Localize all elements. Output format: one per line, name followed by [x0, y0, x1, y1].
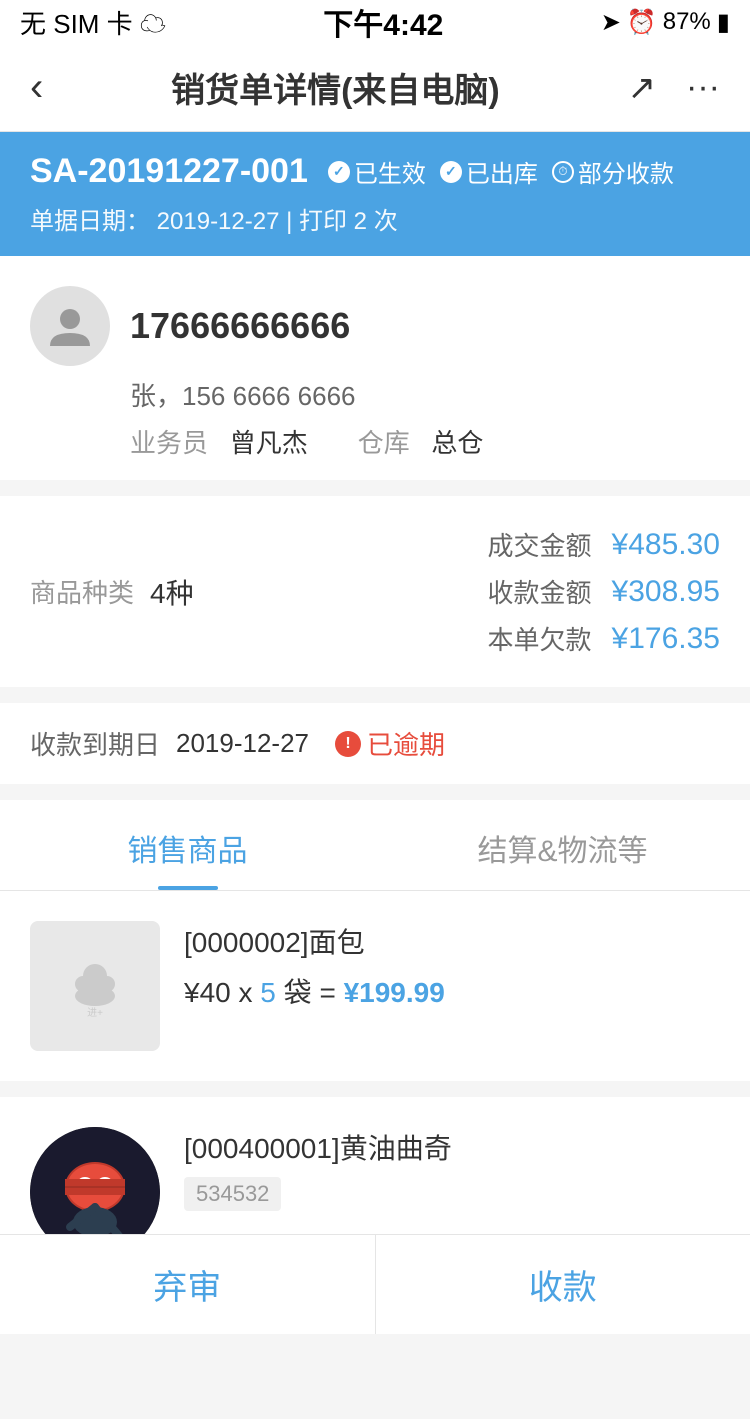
debt-label: 本单欠款 [488, 620, 592, 657]
product-name-1: [0000002]面包 [184, 921, 720, 961]
summary-section: 商品种类 4种 成交金额 ¥485.30 收款金额 ¥308.95 本单欠款 ¥… [0, 496, 750, 687]
overdue-text: 已逾期 [367, 725, 445, 762]
product-name-2: [000400001]黄油曲奇 [184, 1127, 720, 1167]
location-icon: ➤ [601, 8, 621, 37]
due-label: 收款到期日 [30, 725, 160, 762]
warehouse-label: 仓库 [358, 428, 410, 458]
type-count: 4种 [150, 572, 194, 612]
salesman-label: 业务员 [130, 428, 208, 458]
badge-shipped: ✓ 已出库 [440, 154, 538, 189]
customer-name: 张，156 6666 6666 [130, 376, 720, 413]
bottom-bar: 弃审 收款 [0, 1234, 750, 1334]
tabs-section: 销售商品 结算&物流等 [0, 800, 750, 891]
tab-settlement[interactable]: 结算&物流等 [375, 800, 750, 890]
order-header: SA-20191227-001 ✓ 已生效 ✓ 已出库 ⏱ 部分收款 单据日期：… [0, 132, 750, 256]
product-image-1: 进+ [30, 921, 160, 1051]
product-sku-2: 534532 [184, 1177, 281, 1211]
deal-amount: ¥485.30 [612, 528, 720, 562]
product-price-1: ¥40 x 5 袋 = ¥199.99 [184, 971, 720, 1011]
avatar [30, 286, 110, 366]
product-qty-1: 5 [260, 977, 276, 1008]
cancel-button[interactable]: 弃审 [0, 1235, 376, 1334]
overdue-badge: ! 已逾期 [335, 725, 445, 762]
product-info-1: [0000002]面包 ¥40 x 5 袋 = ¥199.99 [184, 921, 720, 1011]
tab-sales-products[interactable]: 销售商品 [0, 800, 375, 890]
customer-id: 17666666666 [130, 305, 350, 347]
order-date: 单据日期： 2019-12-27 | 打印 2 次 [30, 201, 720, 236]
received-amount: ¥308.95 [612, 575, 720, 609]
sim-label: 无 SIM 卡 ☁ [20, 4, 166, 41]
badge-effective: ✓ 已生效 [328, 154, 426, 189]
due-section: 收款到期日 2019-12-27 ! 已逾期 [0, 703, 750, 784]
order-number: SA-20191227-001 [30, 152, 308, 191]
confirm-button[interactable]: 收款 [376, 1235, 750, 1334]
status-time: 下午4:42 [323, 0, 443, 44]
product-card-1: 进+ [0000002]面包 ¥40 x 5 袋 = ¥199.99 [0, 891, 750, 1081]
share-button[interactable]: ↗ [628, 68, 657, 108]
status-badges: ✓ 已生效 ✓ 已出库 ⏱ 部分收款 [328, 154, 674, 189]
status-right: ➤ ⏰ 87% ▮ [601, 8, 730, 37]
alarm-icon: ⏰ [627, 8, 657, 37]
deal-label: 成交金额 [488, 526, 592, 563]
nav-actions: ↗ ··· [628, 68, 720, 108]
overdue-icon: ! [335, 731, 361, 757]
nav-bar: ‹ 销货单详情(来自电脑) ↗ ··· [0, 44, 750, 132]
clock-icon: ⏱ [552, 161, 574, 183]
badge-partial: ⏱ 部分收款 [552, 154, 674, 189]
customer-meta: 业务员 曾凡杰 仓库 总仓 [130, 423, 720, 460]
status-left: 无 SIM 卡 ☁ [20, 4, 166, 41]
product-total-1: ¥199.99 [344, 977, 445, 1008]
salesman-value: 曾凡杰 [230, 428, 308, 458]
type-label: 商品种类 [30, 573, 134, 610]
warehouse-value: 总仓 [431, 428, 483, 458]
battery-label: 87% [663, 8, 711, 36]
check-icon-2: ✓ [440, 161, 462, 183]
debt-amount: ¥176.35 [612, 622, 720, 656]
status-bar: 无 SIM 卡 ☁ 下午4:42 ➤ ⏰ 87% ▮ [0, 0, 750, 44]
more-button[interactable]: ··· [686, 68, 720, 107]
back-button[interactable]: ‹ [30, 65, 43, 110]
battery-icon: ▮ [717, 8, 730, 37]
customer-section: 17666666666 张，156 6666 6666 业务员 曾凡杰 仓库 总… [0, 256, 750, 480]
svg-text:进+: 进+ [87, 1007, 103, 1019]
due-date: 2019-12-27 [176, 728, 309, 759]
check-icon-1: ✓ [328, 161, 350, 183]
page-title: 销货单详情(来自电脑) [171, 63, 500, 112]
received-label: 收款金额 [488, 573, 592, 610]
